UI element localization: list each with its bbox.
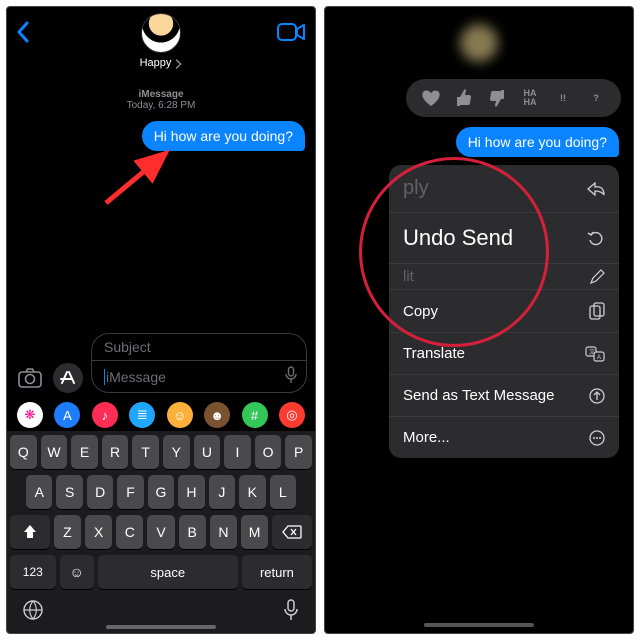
home-indicator[interactable] bbox=[106, 625, 216, 629]
facetime-button[interactable] bbox=[277, 21, 307, 48]
key-d[interactable]: D bbox=[87, 475, 113, 509]
key-j[interactable]: J bbox=[209, 475, 235, 509]
reply-icon bbox=[587, 182, 605, 196]
menu-item-undo-send[interactable]: Undo Send bbox=[389, 213, 619, 264]
keyboard: QWERTYUIOP ASDFGHJKL ZXCVBNM 123 ☺ space… bbox=[7, 431, 315, 633]
key-v[interactable]: V bbox=[147, 515, 174, 549]
sent-message-text: Hi how are you doing? bbox=[154, 128, 293, 144]
chevron-right-icon bbox=[174, 59, 182, 69]
edit-icon bbox=[589, 269, 605, 285]
key-b[interactable]: B bbox=[179, 515, 206, 549]
menu-item-more[interactable]: More... bbox=[389, 417, 619, 458]
memoji-sticker-icon[interactable]: ☻ bbox=[204, 402, 230, 428]
menu-item-edit[interactable]: lit bbox=[389, 264, 619, 290]
heart-reaction[interactable] bbox=[420, 87, 442, 109]
digital-touch-icon[interactable]: ◎ bbox=[279, 402, 305, 428]
key-r[interactable]: R bbox=[102, 435, 129, 469]
menu-item-copy[interactable]: Copy bbox=[389, 290, 619, 333]
key-x[interactable]: X bbox=[85, 515, 112, 549]
contact-name-button[interactable]: Happy bbox=[140, 57, 183, 69]
key-f[interactable]: F bbox=[117, 475, 143, 509]
app-drawer-button[interactable] bbox=[53, 363, 83, 393]
key-t[interactable]: T bbox=[132, 435, 159, 469]
haha-reaction[interactable]: HA HA bbox=[519, 87, 541, 109]
key-p[interactable]: P bbox=[285, 435, 312, 469]
key-e[interactable]: E bbox=[71, 435, 98, 469]
undo-icon bbox=[587, 229, 605, 247]
sent-message-bubble[interactable]: Hi how are you doing? bbox=[456, 127, 619, 157]
exclaim-reaction[interactable]: !! bbox=[552, 87, 574, 109]
key-h[interactable]: H bbox=[178, 475, 204, 509]
message-thread[interactable]: iMessage Today, 6:28 PM Hi how are you d… bbox=[7, 79, 315, 343]
question-reaction[interactable]: ? bbox=[585, 87, 607, 109]
text-caret bbox=[104, 369, 105, 385]
app-store-icon[interactable]: A bbox=[54, 402, 80, 428]
key-a[interactable]: A bbox=[26, 475, 52, 509]
dictation-key[interactable] bbox=[282, 599, 300, 626]
svg-text:A: A bbox=[597, 355, 601, 361]
memoji-app-icon[interactable]: ☺ bbox=[167, 402, 193, 428]
camera-button[interactable] bbox=[15, 363, 45, 393]
context-menu: ply Undo Send lit Copy bbox=[389, 165, 619, 458]
key-s[interactable]: S bbox=[56, 475, 82, 509]
message-placeholder: iMessage bbox=[106, 369, 284, 385]
return-key[interactable]: return bbox=[242, 555, 312, 589]
sent-message-text: Hi how are you doing? bbox=[468, 134, 607, 150]
copy-icon bbox=[589, 302, 605, 320]
menu-item-reply[interactable]: ply bbox=[389, 165, 619, 213]
send-up-icon bbox=[589, 388, 605, 404]
tapback-bar[interactable]: HA HA!!? bbox=[406, 79, 621, 117]
home-indicator[interactable] bbox=[424, 623, 534, 627]
translate-icon: 文A bbox=[585, 346, 605, 362]
backspace-key[interactable] bbox=[272, 515, 312, 549]
subject-placeholder: Subject bbox=[104, 339, 151, 355]
menu-item-translate[interactable]: Translate 文A bbox=[389, 333, 619, 375]
key-g[interactable]: G bbox=[148, 475, 174, 509]
annotation-arrow bbox=[102, 147, 182, 207]
key-u[interactable]: U bbox=[194, 435, 221, 469]
ellipsis-icon bbox=[589, 430, 605, 446]
contact-name: Happy bbox=[140, 57, 172, 69]
thumbs-down-reaction[interactable] bbox=[486, 87, 508, 109]
contact-avatar bbox=[457, 21, 501, 65]
key-w[interactable]: W bbox=[41, 435, 68, 469]
timestamp-header: iMessage Today, 6:28 PM bbox=[17, 89, 305, 111]
menu-item-send-as-text[interactable]: Send as Text Message bbox=[389, 375, 619, 417]
svg-text:文: 文 bbox=[589, 348, 595, 356]
key-k[interactable]: K bbox=[239, 475, 265, 509]
emoji-key[interactable]: ☺ bbox=[60, 555, 94, 589]
imessage-app-strip[interactable]: ❋ A ♪ ≣ ☺ ☻ # ◎ bbox=[7, 399, 315, 431]
space-key[interactable]: space bbox=[98, 555, 238, 589]
photos-app-icon[interactable]: ❋ bbox=[17, 402, 43, 428]
key-n[interactable]: N bbox=[210, 515, 237, 549]
key-y[interactable]: Y bbox=[163, 435, 190, 469]
thumbs-up-reaction[interactable] bbox=[453, 87, 475, 109]
apple-music-icon[interactable]: ♪ bbox=[92, 402, 118, 428]
hashtag-images-icon[interactable]: # bbox=[242, 402, 268, 428]
key-i[interactable]: I bbox=[224, 435, 251, 469]
key-l[interactable]: L bbox=[270, 475, 296, 509]
back-button[interactable] bbox=[15, 21, 31, 48]
key-m[interactable]: M bbox=[241, 515, 268, 549]
key-c[interactable]: C bbox=[116, 515, 143, 549]
key-o[interactable]: O bbox=[255, 435, 282, 469]
key-q[interactable]: Q bbox=[10, 435, 37, 469]
message-input[interactable]: iMessage bbox=[92, 361, 306, 392]
globe-key[interactable] bbox=[22, 599, 44, 626]
audio-wave-icon[interactable]: ≣ bbox=[129, 402, 155, 428]
key-z[interactable]: Z bbox=[54, 515, 81, 549]
shift-key[interactable] bbox=[10, 515, 50, 549]
dictation-icon[interactable] bbox=[284, 366, 298, 387]
numbers-key[interactable]: 123 bbox=[10, 555, 56, 589]
subject-input[interactable]: Subject bbox=[92, 334, 306, 361]
contact-avatar[interactable] bbox=[141, 13, 181, 53]
